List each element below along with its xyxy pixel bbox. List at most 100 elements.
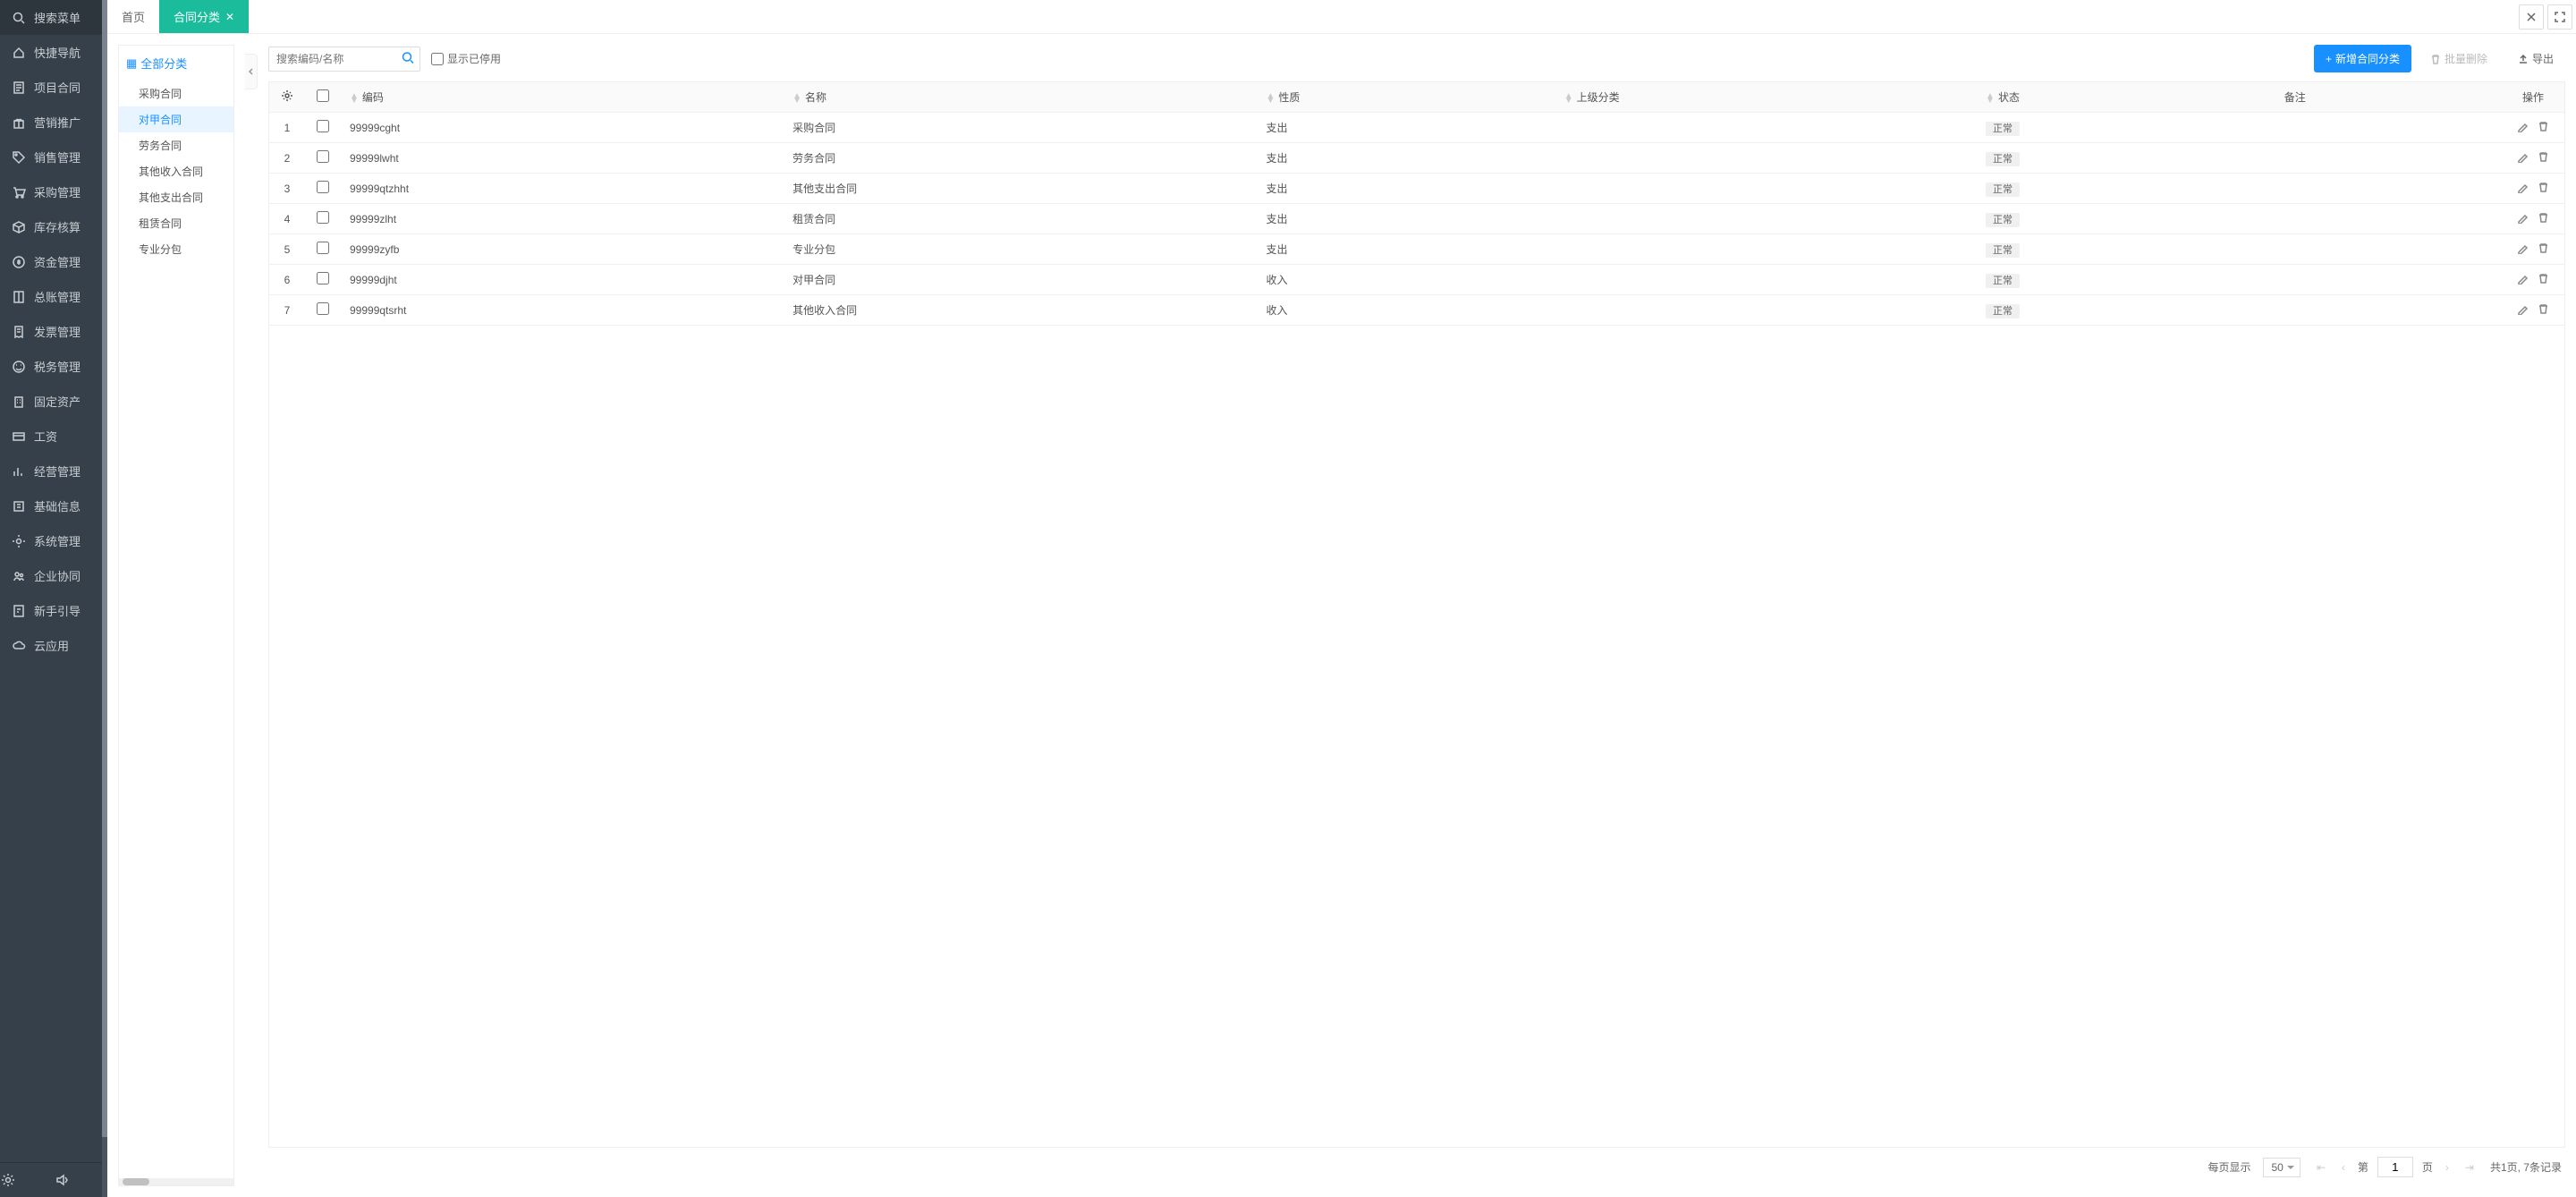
page-input[interactable] [2377,1157,2413,1177]
show-disabled-input[interactable] [431,53,444,65]
export-button[interactable]: 导出 [2506,45,2565,72]
collapse-tree-button[interactable] [245,54,258,89]
tree-root[interactable]: ▦ 全部分类 [119,46,233,81]
tree-item[interactable]: 劳务合同 [119,132,233,158]
sidebar-scrollbar-thumb[interactable] [102,0,107,1137]
delete-button[interactable] [2538,273,2549,287]
row-checkbox[interactable] [317,302,329,315]
cell-checkbox[interactable] [305,265,341,295]
cell-nature: 收入 [1258,265,1555,295]
sidebar-item-5[interactable]: 采购管理 [0,174,107,209]
last-page-button[interactable]: ⇥ [2462,1159,2478,1176]
bulk-delete-button[interactable]: 批量删除 [2419,45,2499,72]
edit-button[interactable] [2517,303,2529,318]
col-name[interactable]: ▲▼名称 [784,82,1257,113]
sidebar-item-15[interactable]: 系统管理 [0,523,107,558]
sidebar-item-11[interactable]: 固定资产 [0,384,107,419]
next-page-button[interactable]: › [2442,1159,2453,1176]
sidebar-item-17[interactable]: 新手引导 [0,593,107,628]
cell-name: 租赁合同 [784,204,1257,234]
sidebar-item-10[interactable]: 税务管理 [0,349,107,384]
sidebar-item-8[interactable]: 总账管理 [0,279,107,314]
sidebar-item-16[interactable]: 企业协同 [0,558,107,593]
show-disabled-checkbox[interactable]: 显示已停用 [431,51,501,66]
row-checkbox[interactable] [317,242,329,254]
sidebar-item-18[interactable]: 云应用 [0,628,107,663]
edit-button[interactable] [2517,242,2529,257]
cell-code: 99999lwht [341,143,784,174]
edit-button[interactable] [2517,182,2529,196]
close-tab-icon[interactable]: ✕ [225,11,234,23]
col-settings[interactable] [269,82,305,113]
tree-item[interactable]: 租赁合同 [119,210,233,236]
delete-button[interactable] [2538,212,2549,226]
row-checkbox[interactable] [317,211,329,224]
col-parent[interactable]: ▲▼上级分类 [1555,82,1977,113]
select-all-checkbox[interactable] [317,89,329,102]
tree-item[interactable]: 专业分包 [119,236,233,262]
cell-checkbox[interactable] [305,295,341,326]
col-code[interactable]: ▲▼编码 [341,82,784,113]
add-category-button[interactable]: + 新增合同分类 [2314,45,2411,72]
delete-button[interactable] [2538,242,2549,257]
cell-ops [2502,234,2564,265]
search-input[interactable] [268,47,420,72]
row-checkbox[interactable] [317,120,329,132]
row-checkbox[interactable] [317,181,329,193]
sidebar-scrollbar[interactable] [102,0,107,1197]
cell-checkbox[interactable] [305,174,341,204]
first-page-button[interactable]: ⇤ [2313,1159,2329,1176]
tree-scrollbar-thumb[interactable] [123,1178,149,1185]
col-status[interactable]: ▲▼状态 [1977,82,2275,113]
per-page-select[interactable]: 50 [2263,1158,2300,1177]
delete-button[interactable] [2538,303,2549,318]
cell-checkbox[interactable] [305,113,341,143]
delete-button[interactable] [2538,121,2549,135]
sidebar-item-12[interactable]: 工资 [0,419,107,454]
edit-button[interactable] [2517,121,2529,135]
sidebar-item-2[interactable]: 项目合同 [0,70,107,105]
col-note[interactable]: 备注 [2275,82,2502,113]
col-nature[interactable]: ▲▼性质 [1258,82,1555,113]
sidebar-item-7[interactable]: 资金管理 [0,244,107,279]
row-checkbox[interactable] [317,150,329,163]
tab-contract-category[interactable]: 合同分类 ✕ [159,0,249,33]
box-icon [11,219,27,235]
goto-suffix: 页 [2422,1159,2433,1175]
fullscreen-button[interactable] [2547,4,2572,30]
prev-page-button[interactable]: ‹ [2338,1159,2349,1176]
sidebar-item-13[interactable]: 经营管理 [0,454,107,488]
tree-item[interactable]: 采购合同 [119,81,233,106]
row-checkbox[interactable] [317,272,329,284]
delete-button[interactable] [2538,151,2549,166]
sidebar-item-1[interactable]: 快捷导航 [0,35,107,70]
edit-button[interactable] [2517,212,2529,226]
close-all-tabs-button[interactable] [2519,4,2544,30]
sidebar-item-0[interactable]: 搜索菜单 [0,0,107,35]
per-page-label: 每页显示 [2207,1159,2250,1175]
sidebar-item-6[interactable]: 库存核算 [0,209,107,244]
tree-item[interactable]: 对甲合同 [119,106,233,132]
cell-checkbox[interactable] [305,204,341,234]
sidebar-item-4[interactable]: 销售管理 [0,140,107,174]
tab-home[interactable]: 首页 [107,0,159,33]
collapse-sidebar-button[interactable] [54,1163,107,1197]
tree-scrollbar[interactable] [119,1178,233,1185]
cloud-icon [11,638,27,654]
cell-index: 2 [269,143,305,174]
sidebar-item-14[interactable]: 基础信息 [0,488,107,523]
sidebar-item-label: 新手引导 [34,602,80,619]
settings-button[interactable] [0,1163,54,1197]
tree-item[interactable]: 其他支出合同 [119,184,233,210]
cell-checkbox[interactable] [305,234,341,265]
edit-button[interactable] [2517,273,2529,287]
edit-button[interactable] [2517,151,2529,166]
delete-button[interactable] [2538,182,2549,196]
col-checkbox-all[interactable] [305,82,341,113]
search-icon[interactable] [401,50,415,67]
sidebar-item-9[interactable]: 发票管理 [0,314,107,349]
bulk-delete-label: 批量删除 [2445,51,2487,66]
tree-item[interactable]: 其他收入合同 [119,158,233,184]
cell-checkbox[interactable] [305,143,341,174]
sidebar-item-3[interactable]: 营销推广 [0,105,107,140]
